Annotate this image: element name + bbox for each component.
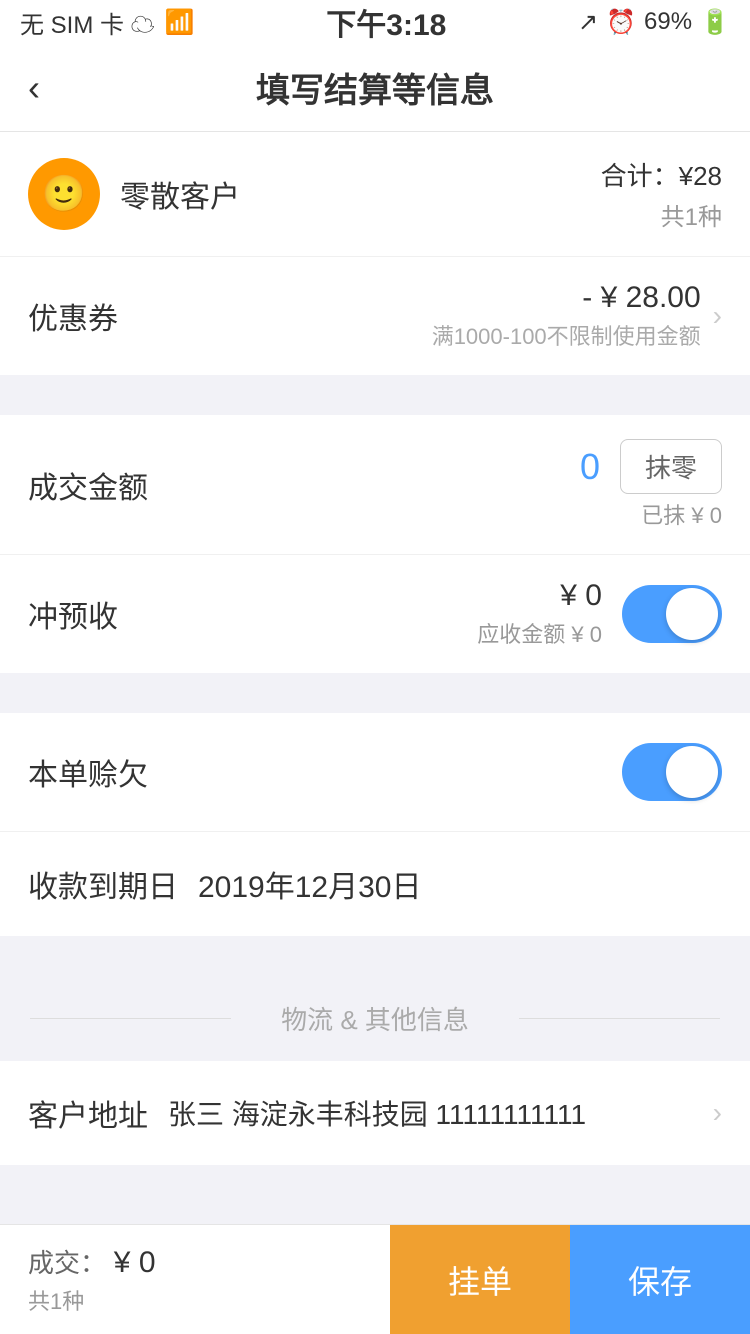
duedate-label: 收款到期日 (28, 862, 178, 906)
status-right: ↗ ⏰ 69% 🔋 (578, 8, 730, 37)
avatar: 🙂 (28, 158, 100, 230)
credit-toggle[interactable] (622, 743, 722, 801)
bottom-deal-amount: ¥ 0 (114, 1246, 156, 1279)
coupon-label: 优惠券 (28, 294, 118, 338)
prereceive-sub: 应收金额 ¥ 0 (477, 617, 602, 649)
prereceive-right: ¥ 0 应收金额 ¥ 0 (477, 579, 722, 649)
header-line-right (519, 1018, 720, 1019)
coupon-discount: - ¥ 28.00 (432, 281, 701, 315)
customer-left: 🙂 零散客户 (28, 158, 240, 230)
customer-section: 🙂 零散客户 合计：¥28 共1种 优惠券 - ¥ 28.00 满1000-10… (0, 132, 750, 375)
duedate-row: 收款到期日 2019年12月30日 (0, 831, 750, 936)
chevron-right-icon: › (713, 300, 722, 332)
prereceive-label: 冲预收 (28, 592, 118, 636)
address-value: 张三 海淀永丰科技园 11111111111 (168, 1093, 709, 1133)
battery-text: 69% (644, 8, 692, 36)
prereceive-toggle[interactable] (622, 585, 722, 643)
page-title: 填写结算等信息 (256, 63, 494, 112)
credit-label: 本单赊欠 (28, 750, 148, 794)
prereceive-values: ¥ 0 应收金额 ¥ 0 (477, 579, 602, 649)
bottom-deal-label: 成交： (28, 1248, 106, 1278)
nav-bar: ‹ 填写结算等信息 (0, 44, 750, 132)
transaction-amount-value: 0 (580, 446, 600, 488)
round-button[interactable]: 抹零 (620, 439, 722, 494)
address-section: 客户地址 张三 海淀永丰科技园 11111111111 › (0, 1061, 750, 1165)
sim-text: 无 SIM 卡 ☁ (20, 5, 155, 40)
content-area: 🙂 零散客户 合计：¥28 共1种 优惠券 - ¥ 28.00 满1000-10… (0, 132, 750, 1325)
address-chevron-icon: › (713, 1097, 722, 1129)
logistics-header-text: 物流 & 其他信息 (281, 1000, 469, 1037)
transaction-amount-sub: 已抹 ¥ 0 (580, 498, 722, 530)
hold-button[interactable]: 挂单 (390, 1225, 570, 1334)
toggle-knob (666, 588, 718, 640)
location-icon: ↗ (578, 8, 598, 37)
transaction-amount-label: 成交金额 (28, 463, 148, 507)
credit-toggle-knob (666, 746, 718, 798)
bottom-deal-row: 成交： ¥ 0 (28, 1243, 362, 1280)
battery-icon: 🔋 (700, 8, 730, 37)
total-label: 合计：¥28 (601, 156, 722, 193)
credit-section: 本单赊欠 收款到期日 2019年12月30日 (0, 713, 750, 936)
bottom-info: 成交： ¥ 0 共1种 (0, 1243, 390, 1316)
section-divider-3 (0, 956, 750, 976)
transaction-amount-row: 成交金额 0 抹零 已抹 ¥ 0 (0, 415, 750, 554)
customer-row: 🙂 零散客户 合计：¥28 共1种 (0, 132, 750, 256)
coupon-right: - ¥ 28.00 满1000-100不限制使用金额 › (432, 281, 722, 351)
address-label: 客户地址 (28, 1091, 148, 1135)
bottom-count: 共1种 (28, 1284, 362, 1316)
alarm-icon: ⏰ (606, 8, 636, 37)
coupon-description: 满1000-100不限制使用金额 (432, 319, 701, 351)
header-line-left (30, 1018, 231, 1019)
status-bar: 无 SIM 卡 ☁ 📶 下午3:18 ↗ ⏰ 69% 🔋 (0, 0, 750, 44)
bottom-bar: 成交： ¥ 0 共1种 挂单 保存 (0, 1224, 750, 1334)
coupon-row[interactable]: 优惠券 - ¥ 28.00 满1000-100不限制使用金额 › (0, 256, 750, 375)
credit-row: 本单赊欠 (0, 713, 750, 831)
save-button[interactable]: 保存 (570, 1225, 750, 1334)
total-count: 共1种 (601, 197, 722, 232)
wifi-icon: 📶 (165, 8, 195, 37)
section-divider-2 (0, 693, 750, 713)
amount-section: 成交金额 0 抹零 已抹 ¥ 0 冲预收 ¥ 0 应收金额 ¥ 0 (0, 415, 750, 673)
status-time: 下午3:18 (326, 0, 446, 44)
section-divider-4 (0, 1185, 750, 1205)
prereceive-amount: ¥ 0 (477, 579, 602, 613)
customer-name: 零散客户 (120, 172, 240, 216)
duedate-value: 2019年12月30日 (198, 862, 421, 906)
prereceive-row: 冲预收 ¥ 0 应收金额 ¥ 0 (0, 554, 750, 673)
section-divider-1 (0, 395, 750, 415)
logistics-header: 物流 & 其他信息 (0, 976, 750, 1061)
avatar-icon: 🙂 (42, 173, 87, 215)
status-left: 无 SIM 卡 ☁ 📶 (20, 5, 195, 40)
transaction-amount-right: 0 抹零 (580, 439, 722, 494)
address-row[interactable]: 客户地址 张三 海淀永丰科技园 11111111111 › (0, 1061, 750, 1165)
customer-total: 合计：¥28 共1种 (601, 156, 722, 232)
back-button[interactable]: ‹ (28, 67, 40, 109)
